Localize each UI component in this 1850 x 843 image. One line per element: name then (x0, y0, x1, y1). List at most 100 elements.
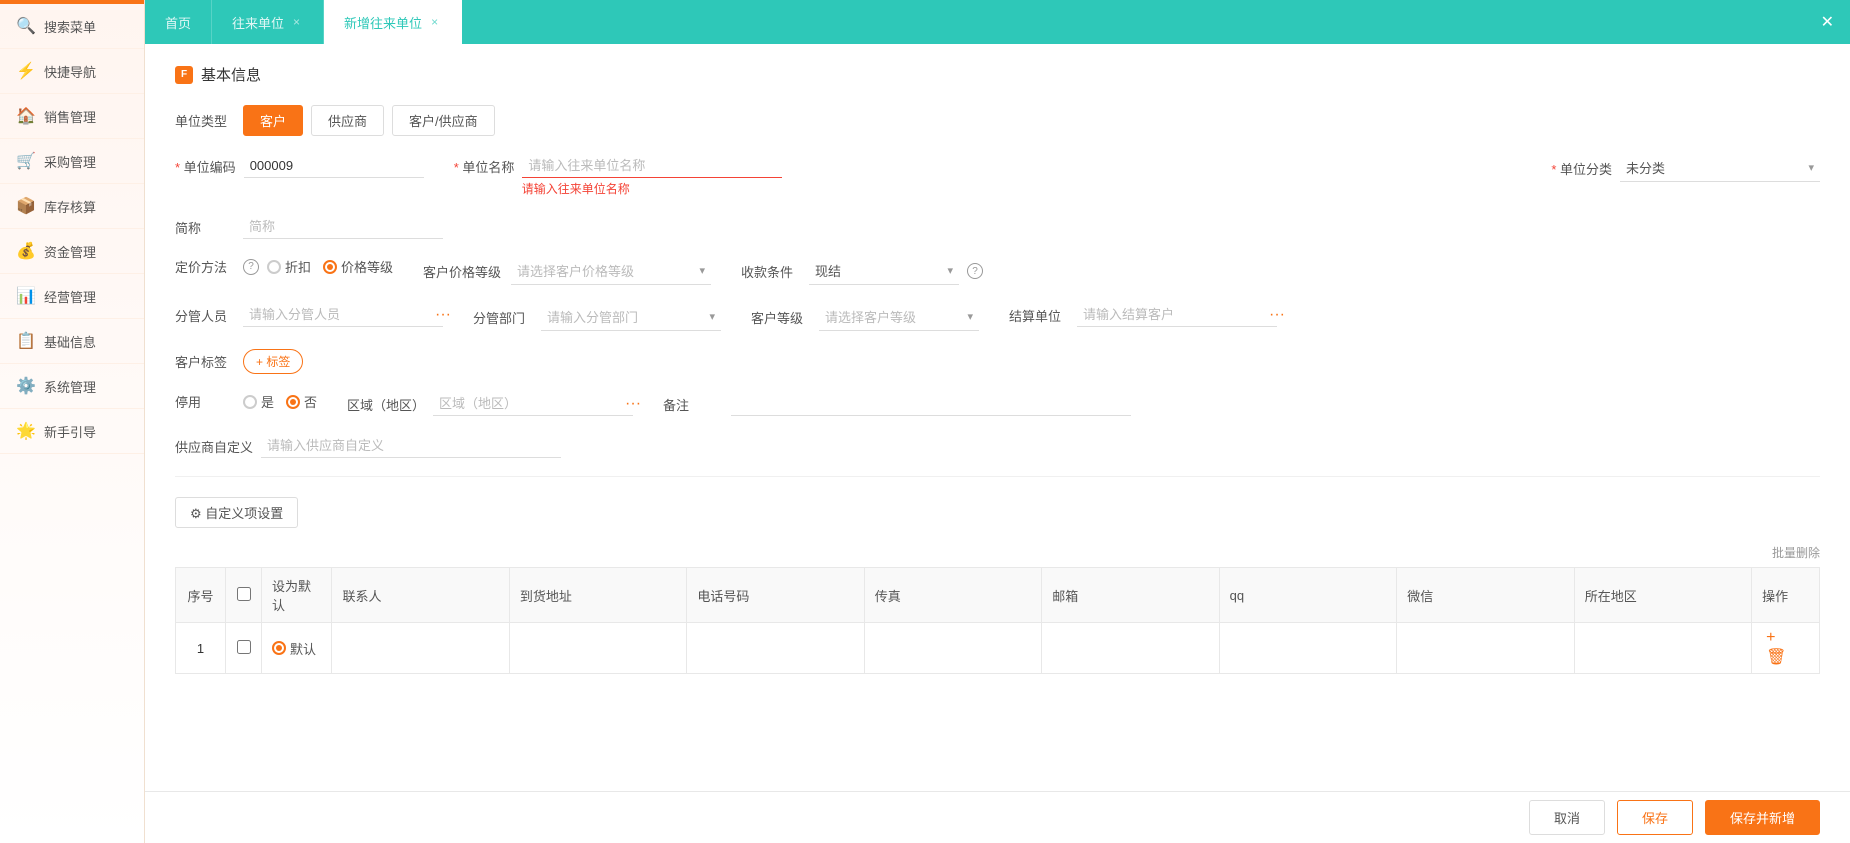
payment-terms-help-icon[interactable]: ? (967, 263, 983, 279)
row-wechat-input[interactable] (1407, 641, 1563, 656)
manager-field: 分管人员 ··· (175, 303, 443, 327)
region-input[interactable] (433, 392, 621, 415)
tab-bar-close-all[interactable]: ✕ (1805, 0, 1850, 44)
save-button[interactable]: 保存 (1617, 800, 1693, 835)
row-contact-input[interactable] (342, 641, 498, 656)
row-default-radio[interactable]: 默认 (272, 639, 321, 658)
row-checkbox-cell (226, 623, 262, 674)
pricing-help-icon[interactable]: ? (243, 259, 259, 275)
tab-new-partner-close[interactable]: × (428, 13, 441, 31)
customer-level-select[interactable]: 请选择客户等级 ▾ (819, 303, 979, 331)
add-tag-button[interactable]: + 标签 (243, 349, 303, 374)
tab-new-partner[interactable]: 新增往来单位 × (324, 0, 462, 44)
row-wechat[interactable] (1397, 623, 1574, 674)
row-contact[interactable] (332, 623, 509, 674)
tab-bar-spacer (462, 0, 1805, 44)
disabled-yes[interactable]: 是 (243, 392, 274, 411)
row-region[interactable] (1574, 623, 1751, 674)
row-delete-btn[interactable]: 🗑 (1762, 647, 1790, 667)
unit-name-input[interactable] (522, 154, 782, 178)
sidebar-item-finance[interactable]: 💰 资金管理 (0, 229, 144, 274)
custom-settings-button[interactable]: ⚙ 自定义项设置 (175, 497, 298, 528)
type-btn-both[interactable]: 客户/供应商 (392, 105, 495, 136)
row-checkbox[interactable] (237, 640, 251, 654)
row-fax-input[interactable] (875, 641, 1031, 656)
sidebar-item-inventory[interactable]: 📦 库存核算 (0, 184, 144, 229)
col-no: 序号 (176, 568, 226, 623)
tab-partner[interactable]: 往来单位 × (212, 0, 324, 44)
unit-category-label: 单位分类 (1551, 159, 1612, 178)
sidebar-item-quick-nav[interactable]: ⚡ 快捷导航 (0, 49, 144, 94)
disabled-label: 停用 (175, 392, 235, 411)
supplier-custom-field: 供应商自定义 (175, 434, 561, 458)
level-radio-circle (323, 260, 337, 274)
payment-terms-select[interactable]: 现结 ▾ (809, 257, 959, 285)
sidebar-item-purchase[interactable]: 🛒 采购管理 (0, 139, 144, 184)
supplier-custom-input[interactable] (261, 434, 561, 458)
inventory-icon: 📦 (16, 196, 36, 216)
sidebar-item-guide[interactable]: 🌟 新手引导 (0, 409, 144, 454)
row-address-input[interactable] (520, 641, 676, 656)
select-all-checkbox[interactable] (237, 587, 251, 601)
col-fax: 传真 (864, 568, 1041, 623)
sidebar-label-purchase: 采购管理 (44, 152, 96, 171)
customer-price-level-label: 客户价格等级 (423, 262, 503, 281)
sidebar-item-operations[interactable]: 📊 经营管理 (0, 274, 144, 319)
row-phone-input[interactable] (697, 641, 853, 656)
row-add-btn[interactable]: + (1762, 629, 1779, 647)
type-btn-customer[interactable]: 客户 (243, 105, 303, 136)
tab-new-partner-label: 新增往来单位 (344, 13, 422, 32)
region-more-btn[interactable]: ··· (621, 395, 645, 413)
remarks-input[interactable] (731, 392, 1131, 416)
payment-terms-arrow: ▾ (948, 264, 954, 277)
row-region-input[interactable] (1585, 641, 1741, 656)
search-icon: 🔍 (16, 16, 36, 36)
unit-code-input[interactable] (244, 154, 424, 178)
settlement-unit-more-btn[interactable]: ··· (1265, 306, 1289, 324)
col-email: 邮箱 (1042, 568, 1219, 623)
row-phone[interactable] (687, 623, 864, 674)
type-btn-supplier[interactable]: 供应商 (311, 105, 384, 136)
pricing-method-label: 定价方法 (175, 257, 235, 276)
code-name-category-row: 单位编码 单位名称 请输入往来单位名称 单位分类 未分类 ▾ (175, 154, 1820, 197)
department-select[interactable]: 请输入分管部门 ▾ (541, 303, 721, 331)
pricing-radio-level[interactable]: 价格等级 (323, 257, 393, 276)
cancel-button[interactable]: 取消 (1529, 800, 1605, 835)
disabled-no[interactable]: 否 (286, 392, 317, 411)
finance-icon: 💰 (16, 241, 36, 261)
col-checkbox (226, 568, 262, 623)
manager-input[interactable] (243, 303, 431, 326)
tab-home[interactable]: 首页 (145, 0, 212, 44)
settlement-unit-field: 结算单位 ··· (1009, 303, 1277, 327)
remarks-field: 备注 (663, 392, 1131, 416)
tab-partner-close[interactable]: × (290, 13, 303, 31)
row-qq[interactable] (1219, 623, 1397, 674)
sidebar-item-basic-info[interactable]: 📋 基础信息 (0, 319, 144, 364)
short-name-input[interactable] (243, 215, 443, 239)
row-fax[interactable] (864, 623, 1041, 674)
unit-category-select[interactable]: 未分类 ▾ (1620, 154, 1820, 182)
row-default-circle (272, 641, 286, 655)
row-email-input[interactable] (1052, 641, 1208, 656)
manager-input-wrap: ··· (243, 303, 443, 327)
system-icon: ⚙️ (16, 376, 36, 396)
save-new-button[interactable]: 保存并新增 (1705, 800, 1820, 835)
row-address[interactable] (509, 623, 686, 674)
row-email[interactable] (1042, 623, 1219, 674)
sidebar-item-sales[interactable]: 🏠 销售管理 (0, 94, 144, 139)
main-area: 首页 往来单位 × 新增往来单位 × ✕ F 基本信息 单位类型 客户 供应商 (145, 0, 1850, 843)
col-default: 设为默认 (262, 568, 332, 623)
sidebar-item-system[interactable]: ⚙️ 系统管理 (0, 364, 144, 409)
row-qq-input[interactable] (1230, 641, 1387, 656)
sidebar-item-search[interactable]: 🔍 搜索菜单 (0, 4, 144, 49)
batch-delete-btn[interactable]: 批量删除 (175, 544, 1820, 561)
customer-price-level-select[interactable]: 请选择客户价格等级 ▾ (511, 257, 711, 285)
row-actions: + 🗑 (1752, 623, 1820, 674)
quick-nav-icon: ⚡ (16, 61, 36, 81)
pricing-radio-discount[interactable]: 折扣 (267, 257, 311, 276)
settlement-unit-input[interactable] (1077, 303, 1265, 326)
col-wechat: 微信 (1397, 568, 1574, 623)
manager-more-btn[interactable]: ··· (431, 306, 455, 324)
row-default-label: 默认 (290, 639, 316, 658)
tags-field: 客户标签 + 标签 (175, 349, 303, 374)
